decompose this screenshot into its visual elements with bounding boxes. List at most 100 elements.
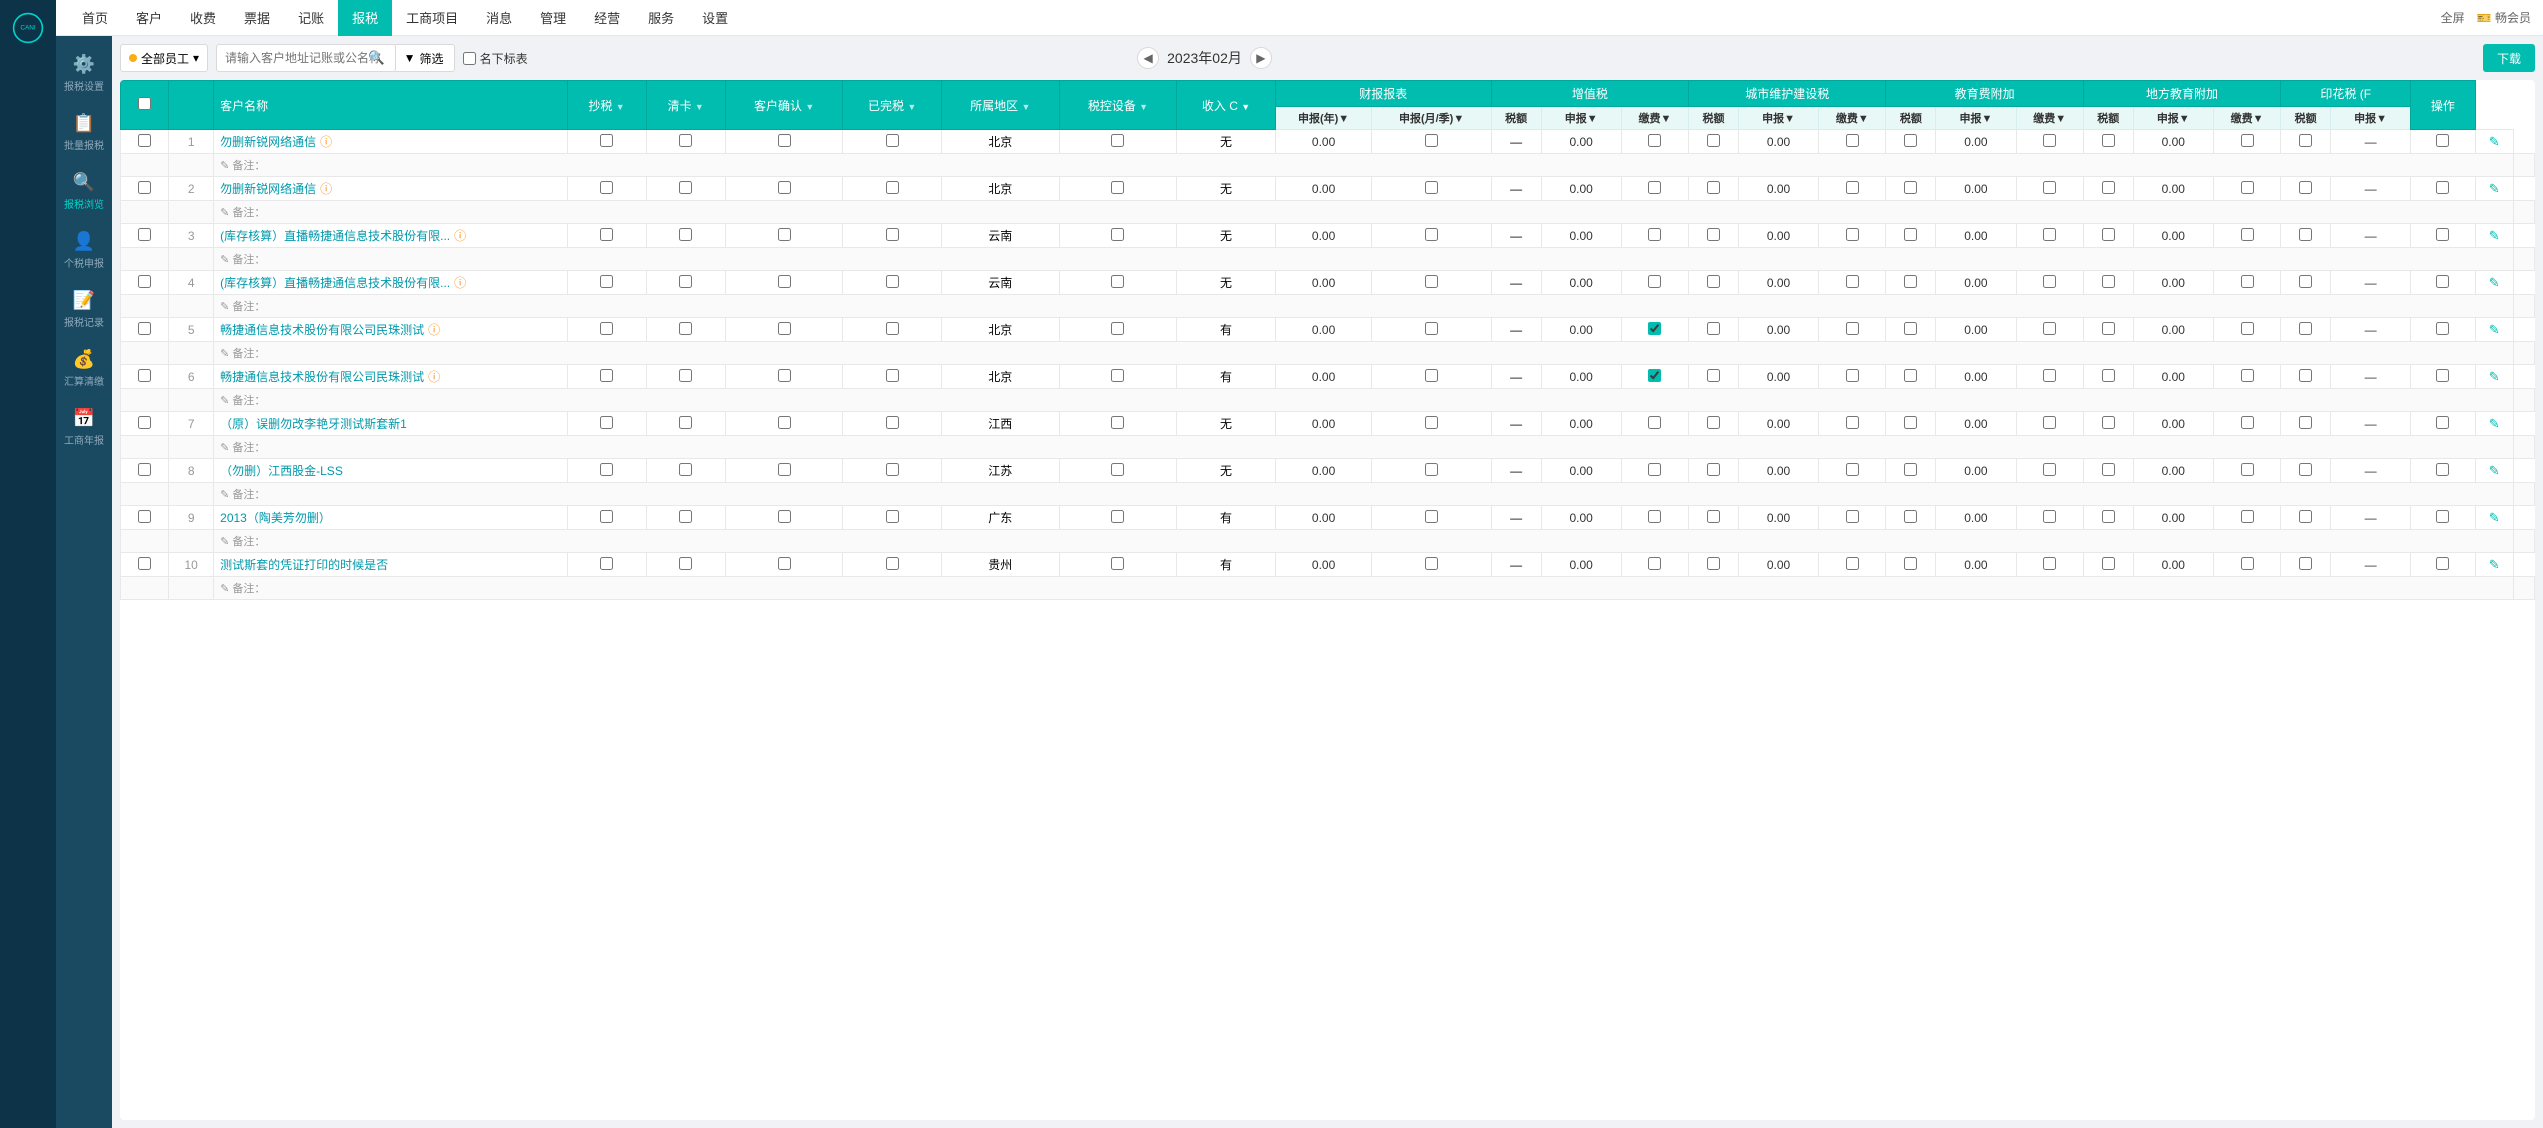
row-jiaoyu-dec-check[interactable] xyxy=(2043,228,2056,241)
row-checkbox[interactable] xyxy=(138,275,151,288)
th-chengshi-declare[interactable]: 申报▼ xyxy=(1738,107,1818,130)
nav-business[interactable]: 工商项目 xyxy=(392,0,472,36)
row-chengshi-dec-check[interactable] xyxy=(1846,369,1859,382)
row-clear-card[interactable] xyxy=(646,130,725,154)
row-checkbox-cell[interactable] xyxy=(121,412,169,436)
row-done[interactable] xyxy=(843,412,941,436)
row-tax-copy-check[interactable] xyxy=(600,557,613,570)
row-tax-copy[interactable] xyxy=(567,271,646,295)
row-edit-btn[interactable]: ✎ xyxy=(2475,459,2513,483)
row-done[interactable] xyxy=(843,506,941,530)
row-tax-copy[interactable] xyxy=(567,177,646,201)
row-difang-dec-check[interactable] xyxy=(2241,416,2254,429)
row-caibao-month[interactable] xyxy=(1425,134,1438,147)
row-jiaoyu-dec[interactable] xyxy=(2016,271,2083,295)
pencil-icon[interactable]: ✎ xyxy=(220,442,229,454)
row-edit-btn[interactable]: ✎ xyxy=(2475,177,2513,201)
row-confirm[interactable] xyxy=(725,459,843,483)
row-device[interactable] xyxy=(1059,506,1177,530)
row-confirm-check[interactable] xyxy=(778,510,791,523)
row-chengshi-dec-check[interactable] xyxy=(1846,275,1859,288)
row-yinhua-dec-check[interactable] xyxy=(2436,228,2449,241)
row-difang-dec-check[interactable] xyxy=(2241,463,2254,476)
row-tax-copy[interactable] xyxy=(567,553,646,577)
row-done[interactable] xyxy=(843,459,941,483)
row-clear-card[interactable] xyxy=(646,412,725,436)
row-jiaoyu-dec-check[interactable] xyxy=(2043,275,2056,288)
row-jiaoyu-pay[interactable] xyxy=(2083,271,2133,295)
row-jiaoyu-dec-check[interactable] xyxy=(2043,557,2056,570)
row-zengjia-pay-check[interactable] xyxy=(1707,228,1720,241)
row-zengjia-dec-check[interactable] xyxy=(1648,369,1661,382)
row-tax-copy-check[interactable] xyxy=(600,369,613,382)
row-clear-card[interactable] xyxy=(646,459,725,483)
edit-icon[interactable]: ✎ xyxy=(2489,322,2500,337)
row-caibao-month-check[interactable] xyxy=(1372,130,1491,154)
row-jiaoyu-pay-check[interactable] xyxy=(2102,181,2115,194)
name-label-check-input[interactable] xyxy=(463,52,476,65)
row-zengjia-pay[interactable] xyxy=(1689,459,1739,483)
row-checkbox[interactable] xyxy=(138,369,151,382)
row-customer-name[interactable]: （勿删）江西股金-LSS xyxy=(214,459,567,483)
th-jiaoyu-pay[interactable]: 缴费▼ xyxy=(2016,107,2083,130)
row-chengshi-dec-check[interactable] xyxy=(1846,416,1859,429)
row-jiaoyu-pay[interactable] xyxy=(2083,506,2133,530)
row-difang-dec[interactable] xyxy=(2213,130,2280,154)
row-tax-copy[interactable] xyxy=(567,130,646,154)
row-yinhua-dec-check[interactable] xyxy=(2436,557,2449,570)
row-difang-dec[interactable] xyxy=(2213,224,2280,248)
row-checkbox[interactable] xyxy=(138,322,151,335)
th-yinhua-declare[interactable]: 申报▼ xyxy=(2330,107,2410,130)
th-zengjia-declare[interactable]: 申报▼ xyxy=(1541,107,1621,130)
pencil-icon[interactable]: ✎ xyxy=(220,395,229,407)
row-jiaoyu-dec-check[interactable] xyxy=(2043,181,2056,194)
row-jiaoyu-pay-check[interactable] xyxy=(2102,322,2115,335)
row-customer-name[interactable]: 畅捷通信息技术股份有限公司民珠测试ⓘ xyxy=(214,318,567,342)
row-checkbox-cell[interactable] xyxy=(121,224,169,248)
row-tax-copy-check[interactable] xyxy=(600,181,613,194)
row-difang-pay[interactable] xyxy=(2281,459,2331,483)
row-difang-pay[interactable] xyxy=(2281,412,2331,436)
row-zengjia-dec[interactable] xyxy=(1621,553,1688,577)
row-chengshi-pay-check[interactable] xyxy=(1904,557,1917,570)
row-checkbox[interactable] xyxy=(138,134,151,147)
row-jiaoyu-dec[interactable] xyxy=(2016,177,2083,201)
row-done[interactable] xyxy=(843,271,941,295)
row-yinhua-dec-check[interactable] xyxy=(2436,416,2449,429)
row-device-check[interactable] xyxy=(1111,463,1124,476)
row-chengshi-dec[interactable] xyxy=(1819,130,1886,154)
row-difang-pay-check[interactable] xyxy=(2299,557,2312,570)
row-jiaoyu-pay-check[interactable] xyxy=(2102,416,2115,429)
row-yinhua-dec[interactable] xyxy=(2411,130,2475,154)
row-yinhua-dec-check[interactable] xyxy=(2436,322,2449,335)
row-chengshi-dec[interactable] xyxy=(1819,506,1886,530)
row-difang-dec[interactable] xyxy=(2213,318,2280,342)
row-tax-copy[interactable] xyxy=(567,412,646,436)
row-jiaoyu-pay-check[interactable] xyxy=(2102,369,2115,382)
row-edit-btn[interactable]: ✎ xyxy=(2475,224,2513,248)
row-checkbox-cell[interactable] xyxy=(121,177,169,201)
row-zengjia-pay[interactable] xyxy=(1689,412,1739,436)
row-clear-card[interactable] xyxy=(646,271,725,295)
row-difang-pay[interactable] xyxy=(2281,224,2331,248)
row-difang-pay[interactable] xyxy=(2281,177,2331,201)
row-done-check[interactable] xyxy=(886,322,899,335)
row-device-check[interactable] xyxy=(1111,228,1124,241)
row-clear-card-check[interactable] xyxy=(679,181,692,194)
row-jiaoyu-pay-check[interactable] xyxy=(2102,557,2115,570)
nav-home[interactable]: 首页 xyxy=(68,0,122,36)
row-chengshi-pay-check[interactable] xyxy=(1904,228,1917,241)
row-confirm-check[interactable] xyxy=(778,463,791,476)
row-checkbox[interactable] xyxy=(138,463,151,476)
row-chengshi-dec-check[interactable] xyxy=(1846,510,1859,523)
nav-message[interactable]: 消息 xyxy=(472,0,526,36)
row-customer-name[interactable]: 测试斯套的凭证打印的时候是否 xyxy=(214,553,567,577)
row-chengshi-pay-check[interactable] xyxy=(1904,369,1917,382)
row-yinhua-dec[interactable] xyxy=(2411,459,2475,483)
sub-nav-tax-records[interactable]: 📝 报税记录 xyxy=(56,280,112,339)
edit-icon[interactable]: ✎ xyxy=(2489,228,2500,243)
row-zengjia-pay-check[interactable] xyxy=(1707,134,1720,147)
row-difang-dec-check[interactable] xyxy=(2241,228,2254,241)
row-jiaoyu-dec[interactable] xyxy=(2016,553,2083,577)
row-zengjia-pay-check[interactable] xyxy=(1707,275,1720,288)
